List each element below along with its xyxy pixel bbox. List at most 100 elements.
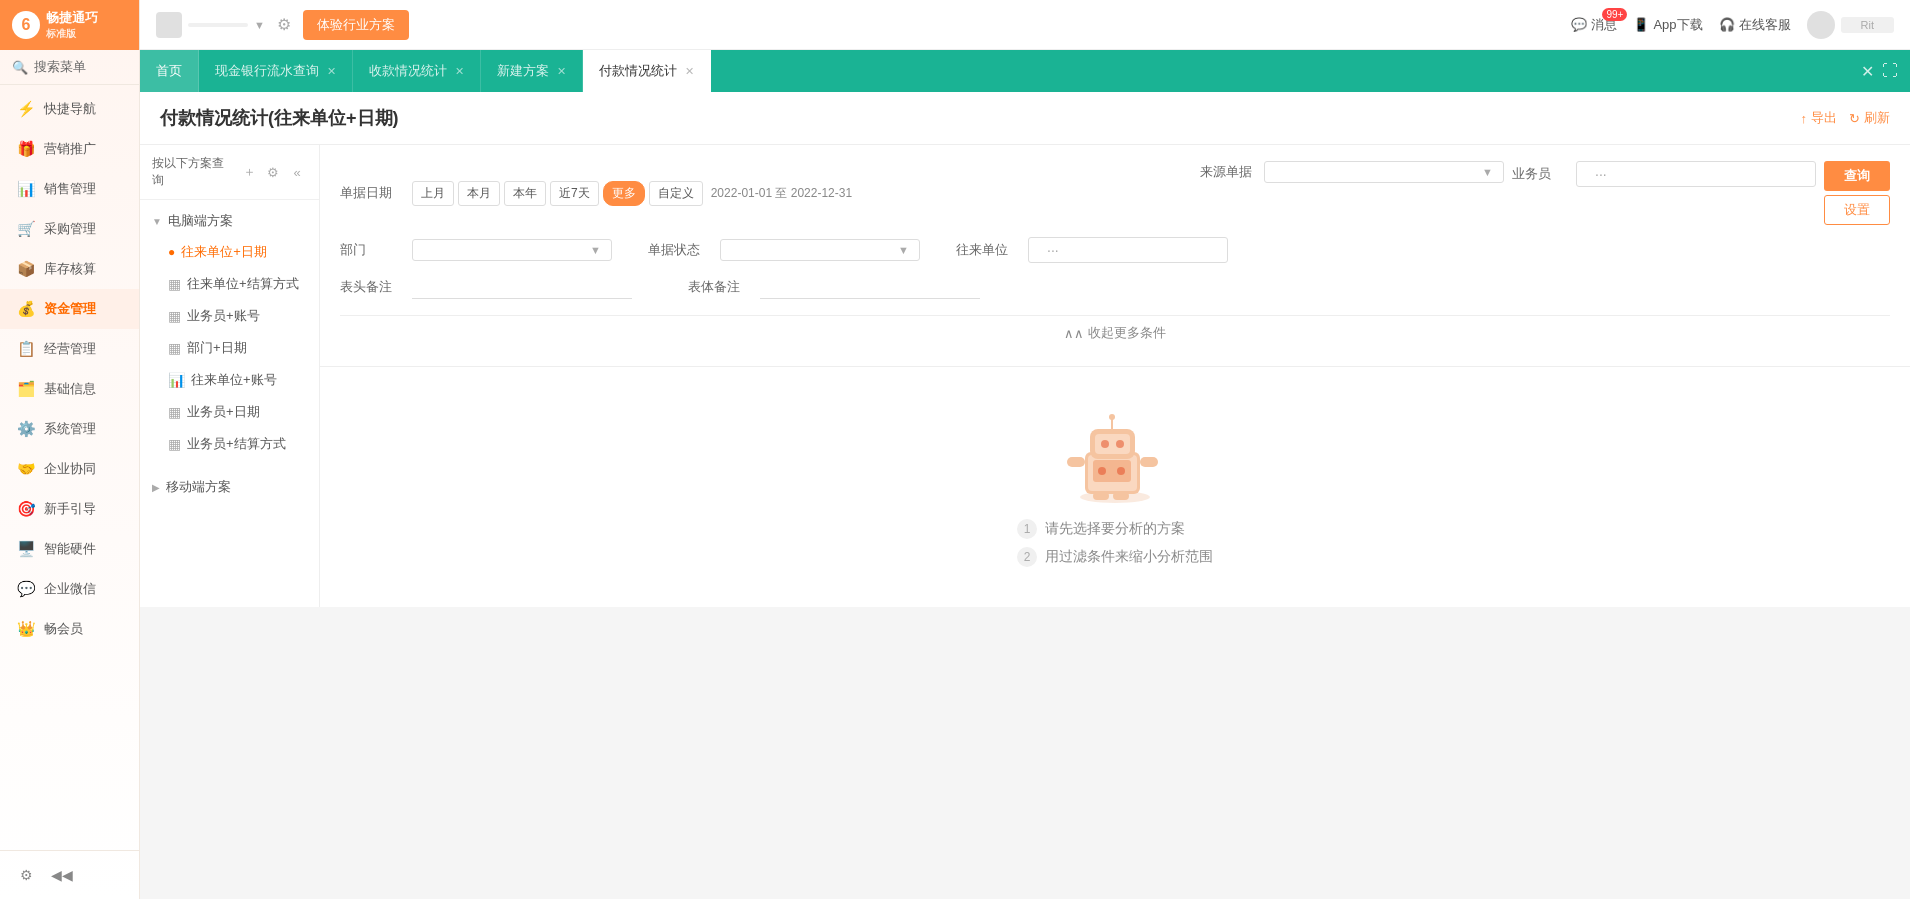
scheme-settings-icon[interactable]: ⚙ bbox=[263, 162, 283, 182]
tab-bank-close-icon[interactable]: ✕ bbox=[327, 65, 336, 78]
scheme-panel: 按以下方案查询 ＋ ⚙ « ▼ 电脑端方案 ● 往来单位+日期 bbox=[140, 145, 320, 607]
user-avatar bbox=[1807, 11, 1835, 39]
sidebar-item-wechat[interactable]: 💬 企业微信 bbox=[0, 569, 139, 609]
salesman-dots-icon[interactable]: ··· bbox=[1595, 166, 1607, 182]
collapse-scheme-icon[interactable]: « bbox=[287, 162, 307, 182]
add-scheme-btn[interactable]: ＋ bbox=[239, 162, 259, 182]
svg-rect-14 bbox=[1093, 492, 1109, 500]
online-service-btn[interactable]: 🎧 在线客服 bbox=[1719, 16, 1791, 34]
dept-select[interactable]: ▼ bbox=[412, 239, 612, 261]
topbar-gear-icon[interactable]: ⚙ bbox=[277, 15, 291, 34]
scheme-icon: ▦ bbox=[168, 276, 181, 292]
sidebar-item-finance[interactable]: 💰 资金管理 bbox=[0, 289, 139, 329]
export-icon: ↑ bbox=[1801, 111, 1808, 126]
app-download-btn[interactable]: 📱 App下载 bbox=[1633, 16, 1702, 34]
scheme-label: 部门+日期 bbox=[187, 339, 247, 357]
sidebar-item-label: 采购管理 bbox=[44, 220, 96, 238]
filter-settings-btn[interactable]: 设置 bbox=[1824, 195, 1890, 225]
collapse-label: 收起更多条件 bbox=[1088, 324, 1166, 342]
date-this-month-btn[interactable]: 本月 bbox=[458, 181, 500, 206]
date-custom-btn[interactable]: 自定义 bbox=[649, 181, 703, 206]
collapse-sidebar-btn[interactable]: ◀◀ bbox=[48, 861, 76, 889]
dept-chevron-icon: ▼ bbox=[590, 244, 601, 256]
date-this-year-btn[interactable]: 本年 bbox=[504, 181, 546, 206]
scheme-dept-date[interactable]: ▦ 部门+日期 bbox=[140, 332, 319, 364]
account-name bbox=[188, 23, 248, 27]
date-7days-btn[interactable]: 近7天 bbox=[550, 181, 599, 206]
search-menu[interactable]: 🔍 搜索菜单 bbox=[0, 50, 139, 85]
logo-icon: 6 bbox=[12, 11, 40, 39]
sidebar-item-operation[interactable]: 📋 经营管理 bbox=[0, 329, 139, 369]
partner-label: 往来单位 bbox=[956, 241, 1012, 259]
refresh-btn[interactable]: ↻ 刷新 bbox=[1849, 109, 1890, 127]
scheme-partner-date[interactable]: ● 往来单位+日期 bbox=[140, 236, 319, 268]
date-last-month-btn[interactable]: 上月 bbox=[412, 181, 454, 206]
scheme-label: 往来单位+结算方式 bbox=[187, 275, 299, 293]
main-content: ▼ ⚙ 体验行业方案 💬 消息 99+ 📱 App下载 🎧 在线客服 Rit bbox=[140, 0, 1910, 899]
close-all-icon[interactable]: ✕ bbox=[1861, 62, 1874, 81]
query-btn[interactable]: 查询 bbox=[1824, 161, 1890, 191]
expand-icon[interactable]: ⛶ bbox=[1882, 62, 1898, 80]
tab-new-close-icon[interactable]: ✕ bbox=[557, 65, 566, 78]
scheme-header-icons: ＋ ⚙ « bbox=[239, 162, 307, 182]
svg-point-9 bbox=[1116, 440, 1124, 448]
table-head-note-input[interactable] bbox=[412, 275, 632, 299]
topbar-actions: 💬 消息 99+ 📱 App下载 🎧 在线客服 Rit bbox=[1571, 11, 1894, 39]
operation-icon: 📋 bbox=[16, 339, 36, 359]
tab-receipt-label: 收款情况统计 bbox=[369, 62, 447, 80]
account-avatar bbox=[156, 12, 182, 38]
sidebar-item-sales[interactable]: 📊 销售管理 bbox=[0, 169, 139, 209]
sidebar-item-basic[interactable]: 🗂️ 基础信息 bbox=[0, 369, 139, 409]
scheme-icon: ▦ bbox=[168, 436, 181, 452]
salesman-select[interactable]: ··· bbox=[1576, 161, 1816, 187]
tab-payment-close-icon[interactable]: ✕ bbox=[685, 65, 694, 78]
page-content: 付款情况统计(往来单位+日期) ↑ 导出 ↻ 刷新 按以下方案查询 ＋ bbox=[140, 92, 1910, 899]
scheme-salesman-settle[interactable]: ▦ 业务员+结算方式 bbox=[140, 428, 319, 460]
filter-panel: 单据日期 上月 本月 本年 近7天 更多 自定义 2022-01-01 至 20… bbox=[320, 145, 1910, 367]
sidebar-nav: ⚡ 快捷导航 🎁 营销推广 📊 销售管理 🛒 采购管理 📦 库存核算 💰 资金管… bbox=[0, 85, 139, 850]
tab-home[interactable]: 首页 bbox=[140, 50, 199, 92]
partner-dots-icon[interactable]: ··· bbox=[1047, 242, 1059, 258]
tab-receipt-close-icon[interactable]: ✕ bbox=[455, 65, 464, 78]
settings-footer-btn[interactable]: ⚙ bbox=[12, 861, 40, 889]
doc-status-select[interactable]: ▼ bbox=[720, 239, 920, 261]
sidebar-item-collab[interactable]: 🤝 企业协同 bbox=[0, 449, 139, 489]
tab-payment[interactable]: 付款情况统计 ✕ bbox=[583, 50, 711, 92]
messages-btn[interactable]: 💬 消息 99+ bbox=[1571, 16, 1617, 34]
sidebar-item-vip[interactable]: 👑 畅会员 bbox=[0, 609, 139, 649]
export-btn[interactable]: ↑ 导出 bbox=[1801, 109, 1838, 127]
mobile-section-label: 移动端方案 bbox=[166, 478, 231, 496]
scheme-label: 业务员+账号 bbox=[187, 307, 260, 325]
filter-row-3: 表头备注 表体备注 bbox=[340, 275, 1890, 299]
table-body-note-input[interactable] bbox=[760, 275, 980, 299]
collapse-more-btn[interactable]: ∧∧ 收起更多条件 bbox=[340, 315, 1890, 350]
scheme-salesman-account[interactable]: ▦ 业务员+账号 bbox=[140, 300, 319, 332]
pc-section-header[interactable]: ▼ 电脑端方案 bbox=[140, 206, 319, 236]
message-icon: 💬 bbox=[1571, 17, 1587, 32]
sidebar-item-system[interactable]: ⚙️ 系统管理 bbox=[0, 409, 139, 449]
user-avatar-btn[interactable]: Rit bbox=[1807, 11, 1894, 39]
sidebar-item-purchase[interactable]: 🛒 采购管理 bbox=[0, 209, 139, 249]
sidebar-item-marketing[interactable]: 🎁 营销推广 bbox=[0, 129, 139, 169]
account-selector[interactable]: ▼ bbox=[156, 12, 265, 38]
scheme-partner-account[interactable]: 📊 往来单位+账号 bbox=[140, 364, 319, 396]
filter-scheme-row: 按以下方案查询 ＋ ⚙ « ▼ 电脑端方案 ● 往来单位+日期 bbox=[140, 145, 1910, 607]
sidebar-item-hardware[interactable]: 🖥️ 智能硬件 bbox=[0, 529, 139, 569]
sidebar-item-quick-nav[interactable]: ⚡ 快捷导航 bbox=[0, 89, 139, 129]
scheme-partner-settle[interactable]: ▦ 往来单位+结算方式 bbox=[140, 268, 319, 300]
table-head-note-label: 表头备注 bbox=[340, 278, 396, 296]
date-more-btn[interactable]: 更多 bbox=[603, 181, 645, 206]
sidebar-item-guide[interactable]: 🎯 新手引导 bbox=[0, 489, 139, 529]
tab-bank[interactable]: 现金银行流水查询 ✕ bbox=[199, 50, 353, 92]
sidebar-item-inventory[interactable]: 📦 库存核算 bbox=[0, 249, 139, 289]
mobile-section-header[interactable]: ▶ 移动端方案 bbox=[140, 472, 319, 502]
tab-receipt[interactable]: 收款情况统计 ✕ bbox=[353, 50, 481, 92]
partner-select[interactable]: ··· bbox=[1028, 237, 1228, 263]
empty-hint-2: 2 用过滤条件来缩小分析范围 bbox=[1017, 547, 1213, 567]
source-select[interactable]: ▼ bbox=[1264, 161, 1504, 183]
scheme-label: 业务员+结算方式 bbox=[187, 435, 286, 453]
scheme-salesman-date[interactable]: ▦ 业务员+日期 bbox=[140, 396, 319, 428]
trial-btn[interactable]: 体验行业方案 bbox=[303, 10, 409, 40]
empty-hint-1: 1 请先选择要分析的方案 bbox=[1017, 519, 1213, 539]
tab-new-scheme[interactable]: 新建方案 ✕ bbox=[481, 50, 583, 92]
